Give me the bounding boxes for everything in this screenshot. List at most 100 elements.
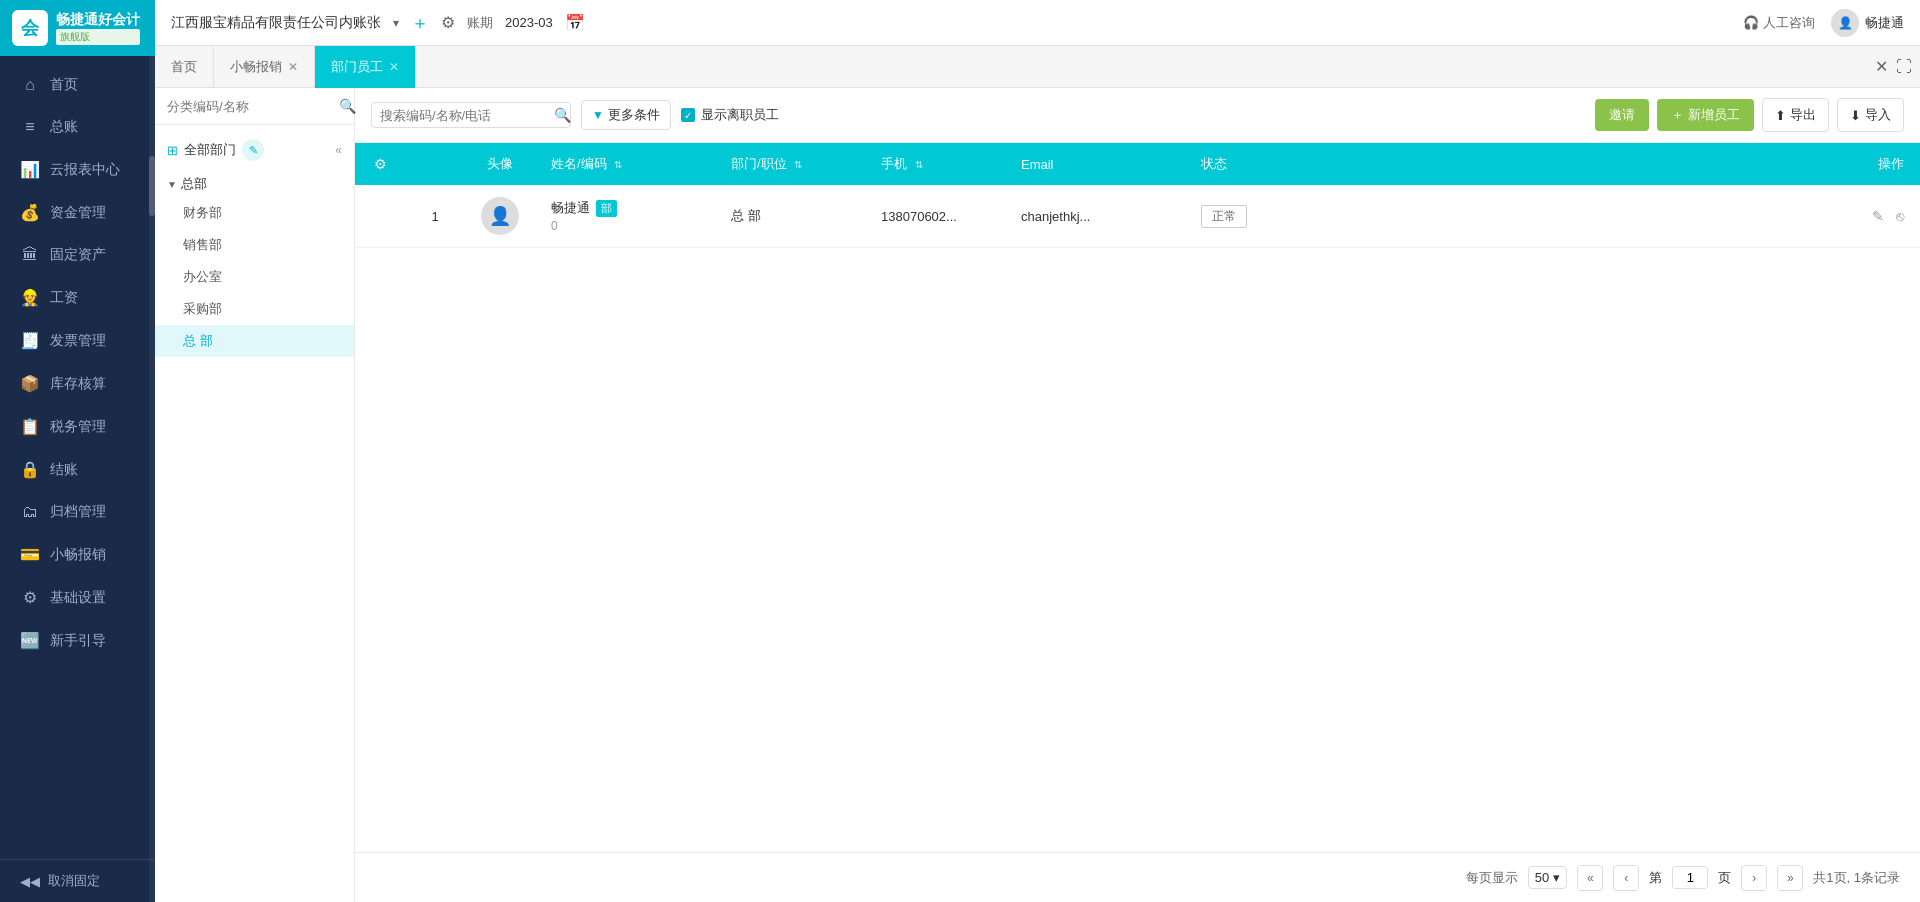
sidebar-item-tax[interactable]: 📋 税务管理 [0,405,155,448]
show-resigned-checkbox[interactable]: ✓ [681,108,695,122]
name-header-label: 姓名/编码 [551,156,607,171]
sidebar-item-basic[interactable]: ⚙ 基础设置 [0,576,155,619]
show-resigned-toggle[interactable]: ✓ 显示离职员工 [681,106,779,124]
table-header-row: ⚙ 头像 姓名/编码 ⇅ 部门/职位 [355,143,1920,185]
row-email-cell: chanjethkj... [1005,185,1185,248]
delete-button[interactable]: ⎋ [1896,208,1904,224]
user-name: 畅捷通 [1865,14,1904,32]
avatar: 👤 [1831,9,1859,37]
dept-collapse-button[interactable]: « [335,143,342,157]
sidebar-pin-toggle[interactable]: ◀◀ 取消固定 [0,859,155,902]
dept-all-item[interactable]: ⊞ 全部部门 ✎ « [155,131,354,169]
email-header-label: Email [1021,157,1054,172]
dept-item-office[interactable]: 办公室 [155,261,354,293]
sidebar-item-payroll[interactable]: 👷 工资 [0,276,155,319]
dept-group-label-text: 总部 [181,175,207,193]
table-header-settings[interactable]: ⚙ [355,143,405,185]
logo-text-block: 畅捷通好会计 旗舰版 [56,11,140,46]
sidebar-item-invoice[interactable]: 🧾 发票管理 [0,319,155,362]
support-button[interactable]: 🎧 人工咨询 [1743,14,1815,32]
expand-tab-button[interactable]: ⛶ [1896,58,1912,76]
filter-button[interactable]: ▼ 更多条件 [581,100,671,130]
sidebar-item-close-label: 结账 [50,461,78,479]
sidebar-item-inventory[interactable]: 📦 库存核算 [0,362,155,405]
tab-expense[interactable]: 小畅报销 ✕ [214,46,315,88]
sidebar-item-funds[interactable]: 💰 资金管理 [0,191,155,234]
headset-icon: 🎧 [1743,15,1759,30]
dept-search-icon[interactable]: 🔍 [339,98,356,114]
sidebar-item-inventory-label: 库存核算 [50,375,106,393]
page-size-select[interactable]: 50 ▾ [1528,866,1567,889]
tab-employees-label: 部门员工 [331,58,383,76]
sidebar-item-expense[interactable]: 💳 小畅报销 [0,533,155,576]
export-button[interactable]: ⬆ 导出 [1762,98,1829,132]
employee-toolbar: 🔍 ▼ 更多条件 ✓ 显示离职员工 邀请 ＋ 新增员工 [355,88,1920,143]
prev-page-button[interactable]: ‹ [1613,865,1639,891]
sidebar-item-close[interactable]: 🔒 结账 [0,448,155,491]
company-dropdown-icon[interactable]: ▾ [393,16,399,30]
avatar-header-label: 头像 [487,156,513,171]
first-page-button[interactable]: « [1577,865,1603,891]
dept-item-sales[interactable]: 销售部 [155,229,354,261]
employee-email: chanjethkj... [1021,209,1090,224]
edit-button[interactable]: ✎ [1872,208,1884,224]
tab-employees-close[interactable]: ✕ [389,60,399,74]
dept-tree: ⊞ 全部部门 ✎ « ▼ 总部 财务部 销售部 办公室 采购部 总 部 [155,125,354,902]
table-header-dept[interactable]: 部门/职位 ⇅ [715,143,865,185]
row-dept-cell: 总 部 [715,185,865,248]
employee-dept: 总 部 [731,208,761,223]
ledger-icon: ≡ [20,118,40,136]
close-tab-button[interactable]: ✕ [1875,57,1888,76]
table-header-status: 状态 [1185,143,1305,185]
name-sort-icon[interactable]: ⇅ [614,159,622,170]
table-header-phone[interactable]: 手机 ⇅ [865,143,1005,185]
tab-home[interactable]: 首页 [155,46,214,88]
add-employee-button[interactable]: ＋ 新增员工 [1657,99,1754,131]
tab-employees[interactable]: 部门员工 ✕ [315,46,416,88]
table-settings-icon[interactable]: ⚙ [374,156,387,172]
dept-item-general[interactable]: 总 部 [155,325,354,357]
pin-icon: ◀◀ [20,874,40,889]
table-header-name[interactable]: 姓名/编码 ⇅ [535,143,715,185]
user-menu[interactable]: 👤 畅捷通 [1831,9,1904,37]
invite-button[interactable]: 邀请 [1595,99,1649,131]
add-company-button[interactable]: ＋ [411,11,429,35]
first-page-icon: « [1587,871,1594,885]
tabbar-right: ✕ ⛶ [1875,57,1920,76]
sidebar-item-assets-label: 固定资产 [50,246,106,264]
employee-search-input[interactable] [380,108,548,123]
phone-sort-icon[interactable]: ⇅ [915,159,923,170]
calendar-icon[interactable]: 📅 [565,13,585,32]
tab-expense-close[interactable]: ✕ [288,60,298,74]
sidebar-item-archive[interactable]: 🗂 归档管理 [0,491,155,533]
import-icon: ⬇ [1850,108,1861,123]
row-name-cell: 畅捷通 部 0 [535,185,715,248]
period-value[interactable]: 2023-03 [505,15,553,30]
dept-item-purchase[interactable]: 采购部 [155,293,354,325]
dept-search-input[interactable] [167,99,335,114]
sidebar-item-reports[interactable]: 📊 云报表中心 [0,148,155,191]
settings-button[interactable]: ⚙ [441,13,455,32]
sidebar-item-ledger[interactable]: ≡ 总账 [0,106,155,148]
sidebar-item-assets[interactable]: 🏛 固定资产 [0,234,155,276]
last-page-button[interactable]: » [1777,865,1803,891]
sidebar-item-funds-label: 资金管理 [50,204,106,222]
last-page-icon: » [1787,871,1794,885]
pagination: 每页显示 50 ▾ « ‹ 第 页 › » [355,852,1920,902]
dept-sort-icon[interactable]: ⇅ [794,159,802,170]
page-size-arrow: ▾ [1553,870,1560,885]
page-number-input[interactable] [1672,866,1708,889]
toolbar-right: 邀请 ＋ 新增员工 ⬆ 导出 ⬇ 导入 [1595,98,1904,132]
dept-item-finance[interactable]: 财务部 [155,197,354,229]
content-area: 🔍 ⊞ 全部部门 ✎ « ▼ 总部 财务部 销售部 办公室 采购部 总 部 [155,88,1920,902]
import-button[interactable]: ⬇ 导入 [1837,98,1904,132]
tax-icon: 📋 [20,417,40,436]
next-page-button[interactable]: › [1741,865,1767,891]
sidebar-item-home[interactable]: ⌂ 首页 [0,64,155,106]
assets-icon: 🏛 [20,246,40,264]
employee-search-icon[interactable]: 🔍 [554,107,571,123]
sidebar-item-guide[interactable]: 🆕 新手引导 [0,619,155,662]
filter-label: 更多条件 [608,106,660,124]
dept-edit-button[interactable]: ✎ [242,139,264,161]
dept-group[interactable]: ▼ 总部 [155,169,354,197]
